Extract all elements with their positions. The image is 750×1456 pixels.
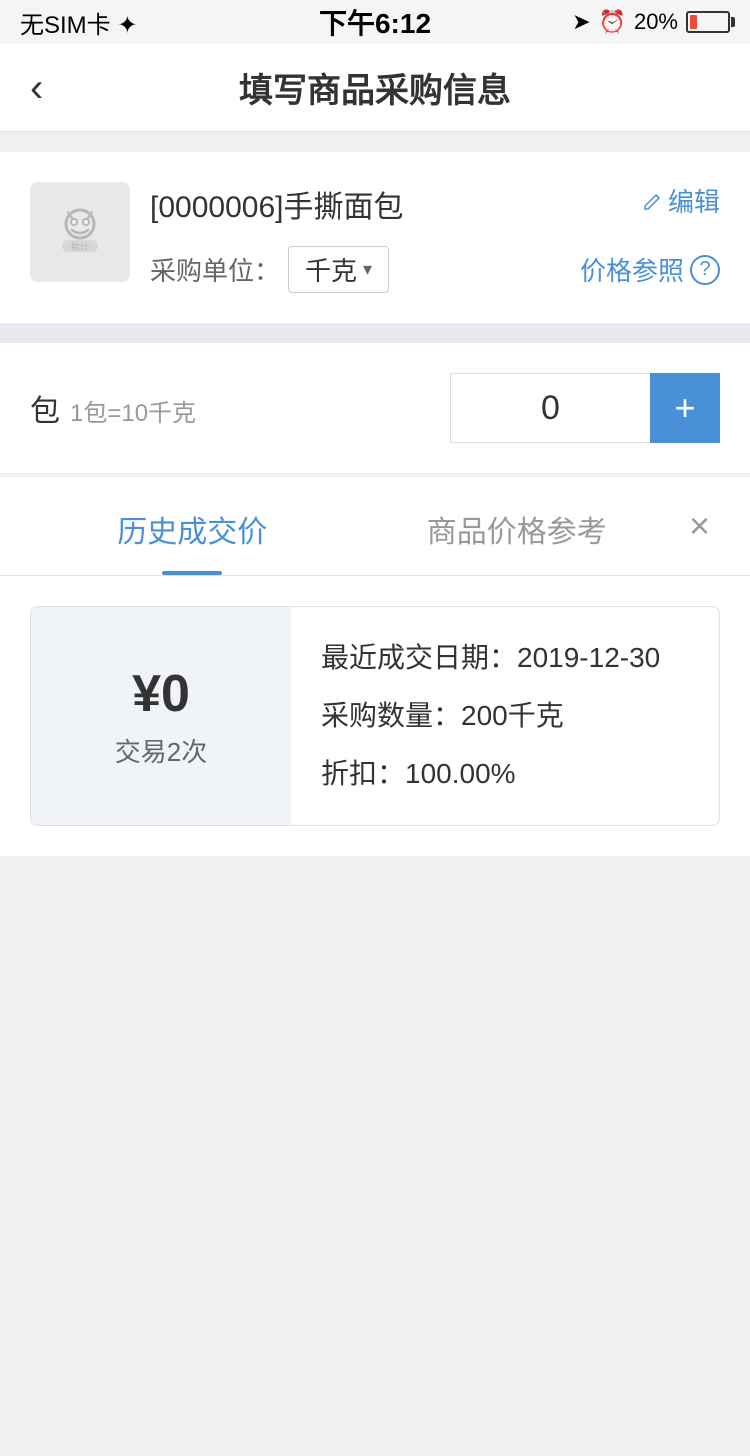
price-card: ¥0 交易2次 最近成交日期：2019-12-30 采购数量：200千克 折扣：…	[30, 606, 720, 826]
tab-product-price-ref[interactable]: 商品价格参考	[354, 477, 678, 575]
page-background	[0, 856, 750, 1456]
price-card-right: 最近成交日期：2019-12-30 采购数量：200千克 折扣：100.00%	[291, 607, 719, 825]
quantity-row: 包 1包=10千克 +	[0, 343, 750, 473]
recent-date-label: 最近成交日期：	[321, 642, 517, 673]
nav-bar: ‹ 填写商品采购信息	[0, 44, 750, 132]
purchase-qty-value: 200千克	[461, 700, 564, 731]
recent-date-row: 最近成交日期：2019-12-30	[321, 637, 689, 679]
tab-history-price[interactable]: 历史成交价	[30, 477, 354, 575]
close-panel-button[interactable]: ×	[679, 498, 720, 554]
quantity-plus-button[interactable]: +	[650, 373, 720, 443]
product-name: [0000006]手撕面包	[150, 182, 403, 226]
price-value: 0	[161, 665, 190, 723]
price-ref-button[interactable]: 价格参照 ?	[580, 251, 720, 288]
product-image-icon: 数计	[50, 202, 110, 262]
purchase-qty-row: 采购数量：200千克	[321, 695, 689, 737]
quantity-input-group: +	[450, 373, 720, 443]
product-thumbnail: 数计	[30, 182, 130, 282]
quantity-unit: 包	[30, 386, 60, 430]
purchase-row: 采购单位： 千克 ▾ 价格参照 ?	[150, 246, 720, 293]
back-button[interactable]: ‹	[30, 68, 43, 108]
discount-label: 折扣：	[321, 758, 405, 789]
edit-icon	[642, 190, 664, 212]
price-symbol: ¥	[132, 665, 161, 723]
price-tabs: 历史成交价 商品价格参考 ×	[0, 477, 750, 576]
price-card-area: ¥0 交易2次 最近成交日期：2019-12-30 采购数量：200千克 折扣：…	[0, 576, 750, 856]
product-card: 数计 [0000006]手撕面包 编辑 采购单位： 千克 ▾	[0, 152, 750, 323]
discount-row: 折扣：100.00%	[321, 753, 689, 795]
svg-text:数计: 数计	[71, 241, 89, 252]
battery-icon	[686, 11, 730, 33]
page-title: 填写商品采购信息	[239, 63, 511, 112]
price-card-left: ¥0 交易2次	[31, 607, 291, 825]
quantity-input[interactable]	[450, 373, 650, 443]
edit-label: 编辑	[668, 182, 720, 219]
price-panel: 历史成交价 商品价格参考 × ¥0 交易2次 最近成交日期：2019-12-30…	[0, 477, 750, 856]
edit-button[interactable]: 编辑	[642, 182, 720, 219]
alarm-icon: ⏰	[599, 9, 626, 35]
status-carrier: 无SIM卡 ✦	[20, 5, 137, 40]
purchase-unit-label: 采购单位：	[150, 251, 280, 288]
price-times: 交易2次	[115, 732, 207, 769]
status-time: 下午6:12	[319, 2, 431, 42]
battery-percent: 20%	[634, 9, 678, 35]
section-divider	[0, 323, 750, 343]
recent-date-value: 2019-12-30	[517, 642, 660, 673]
quantity-hint: 1包=10千克	[70, 393, 196, 428]
battery-fill	[690, 15, 697, 29]
unit-value: 千克	[305, 251, 357, 288]
quantity-label: 包 1包=10千克	[30, 386, 196, 430]
price-ref-label: 价格参照	[580, 251, 684, 288]
product-info: [0000006]手撕面包 编辑 采购单位： 千克 ▾ 价格参照 ?	[150, 182, 720, 293]
product-header: [0000006]手撕面包 编辑	[150, 182, 720, 226]
dropdown-arrow-icon: ▾	[363, 259, 372, 280]
status-bar: 无SIM卡 ✦ 下午6:12 ➤ ⏰ 20%	[0, 0, 750, 44]
discount-value: 100.00%	[405, 758, 516, 789]
price-amount: ¥0	[132, 664, 190, 724]
unit-select[interactable]: 千克 ▾	[288, 246, 389, 293]
carrier-text: 无SIM卡 ✦	[20, 5, 137, 40]
purchase-qty-label: 采购数量：	[321, 700, 461, 731]
location-icon: ➤	[572, 9, 590, 35]
help-icon: ?	[690, 255, 720, 285]
status-right: ➤ ⏰ 20%	[572, 9, 730, 35]
